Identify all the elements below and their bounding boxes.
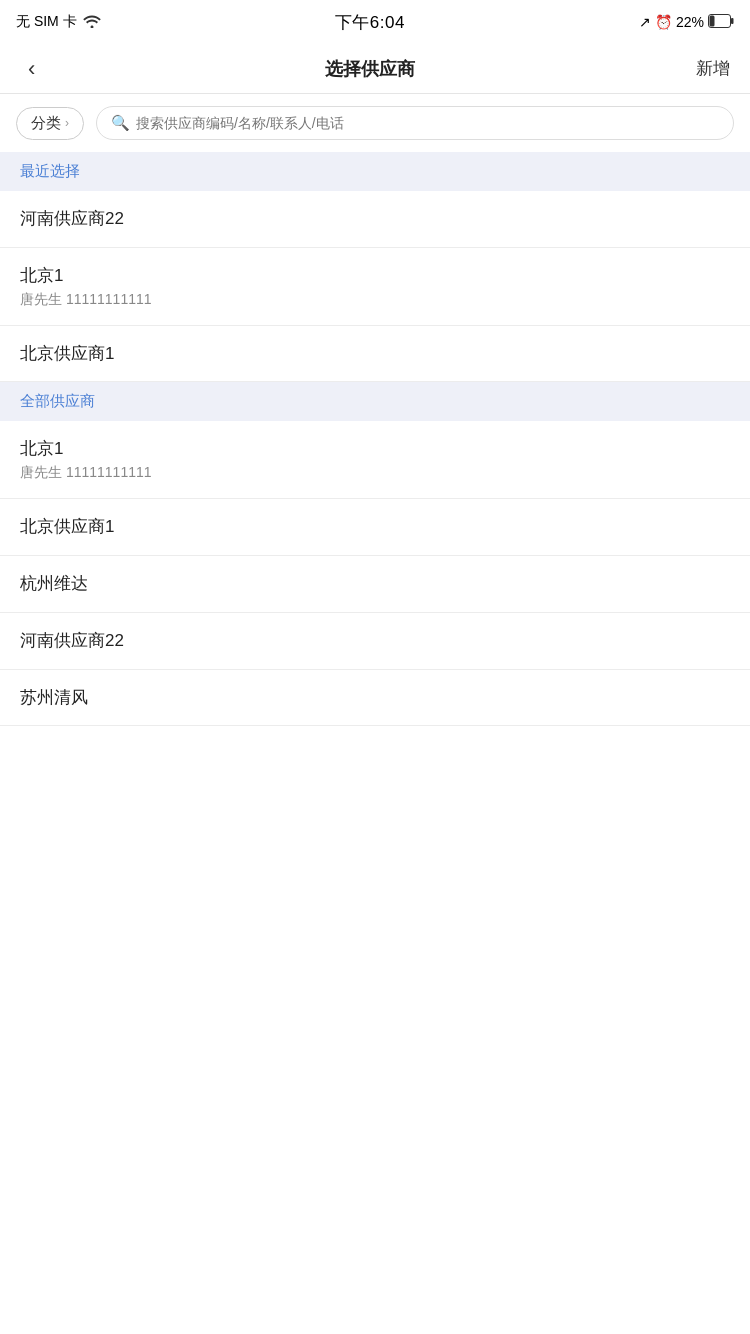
status-bar: 无 SIM 卡 下午6:04 ↗ ⏰ 22% bbox=[0, 0, 750, 44]
list-item[interactable]: 北京1 唐先生 11111111111 bbox=[0, 248, 750, 326]
location-icon: ↗ bbox=[639, 14, 651, 30]
page-title: 选择供应商 bbox=[325, 57, 415, 81]
status-time: 下午6:04 bbox=[335, 11, 405, 34]
list-item[interactable]: 河南供应商22 bbox=[0, 191, 750, 248]
all-section-header: 全部供应商 bbox=[0, 382, 750, 421]
list-item[interactable]: 北京供应商1 bbox=[0, 499, 750, 556]
category-label: 分类 bbox=[31, 114, 61, 133]
item-name: 北京1 bbox=[20, 264, 730, 288]
item-detail: 唐先生 11111111111 bbox=[20, 464, 730, 482]
wifi-icon bbox=[83, 14, 101, 31]
alarm-icon: ⏰ bbox=[655, 14, 672, 30]
item-name: 河南供应商22 bbox=[20, 207, 730, 231]
item-name: 苏州清风 bbox=[20, 686, 730, 710]
filter-bar: 分类 › 🔍 bbox=[0, 94, 750, 152]
recent-section-label: 最近选择 bbox=[20, 162, 80, 179]
category-button[interactable]: 分类 › bbox=[16, 107, 84, 140]
list-item[interactable]: 苏州清风 bbox=[0, 670, 750, 727]
sim-label: 无 SIM 卡 bbox=[16, 13, 77, 31]
status-right: ↗ ⏰ 22% bbox=[639, 14, 734, 31]
list-item[interactable]: 河南供应商22 bbox=[0, 613, 750, 670]
search-icon: 🔍 bbox=[111, 114, 130, 132]
recent-list: 河南供应商22 北京1 唐先生 11111111111 北京供应商1 bbox=[0, 191, 750, 382]
battery-icon bbox=[708, 14, 734, 31]
item-name: 北京供应商1 bbox=[20, 342, 730, 366]
back-button[interactable]: ‹ bbox=[20, 52, 43, 86]
item-name: 北京供应商1 bbox=[20, 515, 730, 539]
item-name: 河南供应商22 bbox=[20, 629, 730, 653]
add-button[interactable]: 新增 bbox=[696, 57, 730, 80]
all-list: 北京1 唐先生 11111111111 北京供应商1 杭州维达河南供应商22 苏州清风 bbox=[0, 421, 750, 726]
recent-section-header: 最近选择 bbox=[0, 152, 750, 191]
chevron-right-icon: › bbox=[65, 116, 69, 130]
list-item[interactable]: 北京1 唐先生 11111111111 bbox=[0, 421, 750, 499]
search-box: 🔍 bbox=[96, 106, 734, 140]
item-name: 北京1 bbox=[20, 437, 730, 461]
list-item[interactable]: 杭州维达 bbox=[0, 556, 750, 613]
svg-rect-1 bbox=[731, 18, 734, 24]
list-item[interactable]: 北京供应商1 bbox=[0, 326, 750, 383]
nav-bar: ‹ 选择供应商 新增 bbox=[0, 44, 750, 94]
item-name: 杭州维达 bbox=[20, 572, 730, 596]
item-detail: 唐先生 11111111111 bbox=[20, 291, 730, 309]
svg-rect-2 bbox=[709, 15, 714, 26]
status-left: 无 SIM 卡 bbox=[16, 13, 101, 31]
battery-percent: 22% bbox=[676, 14, 704, 30]
all-section-label: 全部供应商 bbox=[20, 392, 95, 409]
search-input[interactable] bbox=[136, 115, 719, 131]
